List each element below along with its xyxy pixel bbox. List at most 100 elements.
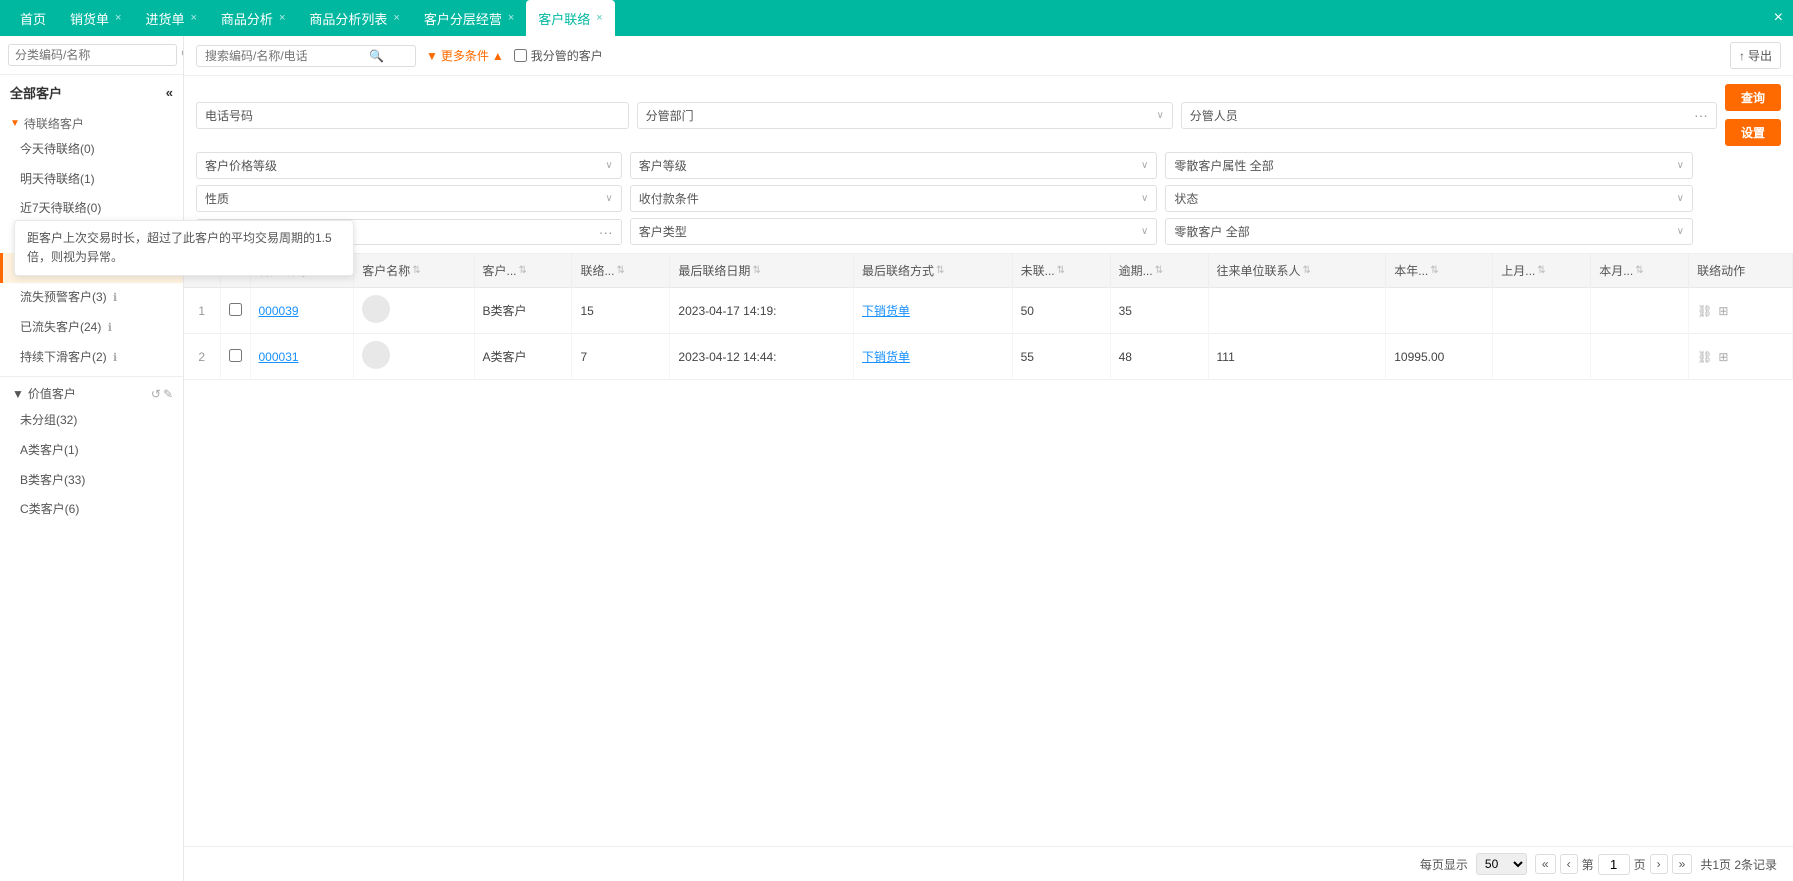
manager-ellipsis[interactable]: ··· (1694, 107, 1708, 123)
row-1-qr-icon[interactable]: ⊞ (1718, 304, 1728, 318)
sidebar-item-repurchase-anomaly[interactable]: 回购异常客户(2) ℹ (0, 253, 183, 283)
nav-item-home[interactable]: 首页 (8, 0, 58, 36)
status-arrow[interactable]: ∨ (1677, 193, 1684, 204)
sidebar-item-7days[interactable]: 近7天待联络(0) (0, 194, 183, 224)
row-2-lastmethod[interactable]: 下销货单 (854, 334, 1013, 380)
row-2-name[interactable] (354, 334, 474, 380)
payment-terms-arrow[interactable]: ∨ (1141, 193, 1148, 204)
col-contactperson-header[interactable]: 往来单位联系人 ⇅ (1208, 254, 1386, 288)
declining-info-icon[interactable]: ℹ (113, 352, 117, 364)
retail-customer-filter[interactable]: 零散客户 全部 ∨ (1165, 218, 1693, 245)
status-filter[interactable]: 状态 ∨ (1165, 185, 1693, 212)
nav-item-customer-contact[interactable]: 客户联络 × (526, 0, 614, 36)
retail-attr-filter[interactable]: 零散客户属性 全部 ∨ (1165, 152, 1693, 179)
col-code-header[interactable]: 客户编码 (250, 254, 354, 288)
my-customers-checkbox-wrap[interactable]: 我分管的客户 (514, 47, 603, 64)
close-purchase-tab[interactable]: × (190, 12, 196, 24)
value-customer-group-header[interactable]: ▼ 价值客户 ↺ ✎ (0, 381, 183, 406)
churned-info-icon[interactable]: ℹ (108, 322, 112, 334)
nav-item-product-analysis-list[interactable]: 商品分析列表 × (297, 0, 411, 36)
all-customers-header[interactable]: 全部客户 « (0, 75, 183, 110)
sidebar-item-churn-warning[interactable]: 流失预警客户(3) ℹ (0, 283, 183, 313)
manager-filter[interactable]: 分管人员 ··· (1181, 102, 1717, 129)
sidebar-item-declining[interactable]: 持续下滑客户(2) ℹ (0, 343, 183, 373)
row-checkbox-1[interactable] (220, 288, 250, 334)
sidebar-item-unclassified[interactable]: 未分组(32) (0, 406, 183, 436)
col-overdue-header[interactable]: 逾期... ⇅ (1110, 254, 1208, 288)
col-thismonth-header[interactable]: 本月... ⇅ (1591, 254, 1689, 288)
close-customer-layering-tab[interactable]: × (508, 12, 514, 24)
repurchase-anomaly-info-icon[interactable]: ℹ (114, 258, 118, 278)
extra-ellipsis[interactable]: ··· (599, 224, 613, 240)
row-checkbox-2[interactable] (220, 334, 250, 380)
nav-item-sales[interactable]: 销货单 × (58, 0, 133, 36)
row-2-checkbox[interactable] (229, 349, 242, 362)
customer-search-icon[interactable]: 🔍 (369, 49, 384, 63)
value-customer-refresh-icon[interactable]: ↺ (151, 387, 161, 401)
col-checkbox-header[interactable] (220, 254, 250, 288)
value-customer-edit-icon[interactable]: ✎ (163, 387, 173, 401)
nature-filter[interactable]: 性质 ∨ (196, 185, 622, 212)
sidebar-item-overdue[interactable]: 逾期未联络(30) (0, 224, 183, 254)
row-1-name[interactable] (354, 288, 474, 334)
sidebar-item-tomorrow[interactable]: 明天待联络(1) (0, 165, 183, 195)
col-settings[interactable]: ⚙ (184, 254, 220, 288)
pending-contact-group[interactable]: ▼ 待联络客户 (0, 110, 183, 135)
select-all-checkbox[interactable] (229, 263, 242, 276)
sidebar-item-class-a[interactable]: A类客户(1) (0, 436, 183, 466)
nature-arrow[interactable]: ∨ (605, 193, 612, 204)
close-customer-contact-tab[interactable]: × (596, 12, 602, 24)
sidebar-search-input[interactable] (8, 44, 177, 66)
row-2-qr-icon[interactable]: ⊞ (1718, 350, 1728, 364)
window-close-button[interactable]: × (1774, 9, 1783, 27)
sidebar-item-class-b[interactable]: B类客户(33) (0, 466, 183, 496)
row-1-lastmethod[interactable]: 下销货单 (854, 288, 1013, 334)
row-1-code[interactable]: 000039 (250, 288, 354, 334)
col-unread-header[interactable]: 未联... ⇅ (1012, 254, 1110, 288)
col-lastmethod-header[interactable]: 最后联络方式 ⇅ (854, 254, 1013, 288)
sidebar-item-churned[interactable]: 已流失客户(24) ℹ (0, 313, 183, 343)
nav-item-purchase[interactable]: 进货单 × (133, 0, 208, 36)
retail-attr-arrow[interactable]: ∨ (1677, 160, 1684, 171)
phone-filter[interactable]: 电话号码 (196, 102, 629, 129)
export-button[interactable]: ↑ 导出 (1730, 42, 1781, 69)
price-level-arrow[interactable]: ∨ (605, 160, 612, 171)
price-level-filter[interactable]: 客户价格等级 ∨ (196, 152, 622, 179)
row-1-checkbox[interactable] (229, 303, 242, 316)
dept-filter[interactable]: 分管部门 ∨ (637, 102, 1173, 129)
per-page-select[interactable]: 50 100 200 (1476, 853, 1527, 875)
sidebar-item-class-c[interactable]: C类客户(6) (0, 495, 183, 525)
query-button[interactable]: 查询 (1725, 84, 1781, 111)
prev-page-btn[interactable]: ‹ (1560, 854, 1578, 874)
settings-button[interactable]: 设置 (1725, 119, 1781, 146)
customer-grade-arrow[interactable]: ∨ (1141, 160, 1148, 171)
customer-search-input[interactable] (205, 49, 365, 63)
dept-dropdown-arrow[interactable]: ∨ (1156, 110, 1163, 121)
more-conditions-toggle[interactable]: ▼ 更多条件 ▲ (426, 47, 504, 64)
close-product-analysis-tab[interactable]: × (279, 12, 285, 24)
next-page-btn[interactable]: › (1650, 854, 1668, 874)
col-thisyear-header[interactable]: 本年... ⇅ (1386, 254, 1493, 288)
row-2-link-icon[interactable]: ⛓ (1697, 350, 1712, 364)
retail-customer-arrow[interactable]: ∨ (1677, 226, 1684, 237)
sidebar-item-today[interactable]: 今天待联络(0) (0, 135, 183, 165)
customer-type-arrow[interactable]: ∨ (1141, 226, 1148, 237)
sidebar-collapse-icon[interactable]: « (166, 85, 173, 100)
col-contact-header[interactable]: 联络... ⇅ (572, 254, 670, 288)
first-page-btn[interactable]: « (1535, 854, 1556, 874)
nav-item-customer-layering[interactable]: 客户分层经营 × (412, 0, 526, 36)
page-number-input[interactable] (1598, 854, 1630, 875)
my-customers-checkbox[interactable] (514, 49, 527, 62)
extra-filter[interactable]: ··· (196, 219, 622, 245)
col-type-header[interactable]: 客户... ⇅ (474, 254, 572, 288)
payment-terms-filter[interactable]: 收付款条件 ∨ (630, 185, 1158, 212)
close-sales-tab[interactable]: × (115, 12, 121, 24)
close-product-analysis-list-tab[interactable]: × (393, 12, 399, 24)
col-lastdate-header[interactable]: 最后联络日期 ⇅ (670, 254, 854, 288)
customer-grade-filter[interactable]: 客户等级 ∨ (630, 152, 1158, 179)
row-2-code[interactable]: 000031 (250, 334, 354, 380)
customer-type-filter[interactable]: 客户类型 ∨ (630, 218, 1158, 245)
churn-warning-info-icon[interactable]: ℹ (113, 292, 117, 304)
col-name-header[interactable]: 客户名称 ⇅ (354, 254, 474, 288)
row-1-link-icon[interactable]: ⛓ (1697, 304, 1712, 318)
